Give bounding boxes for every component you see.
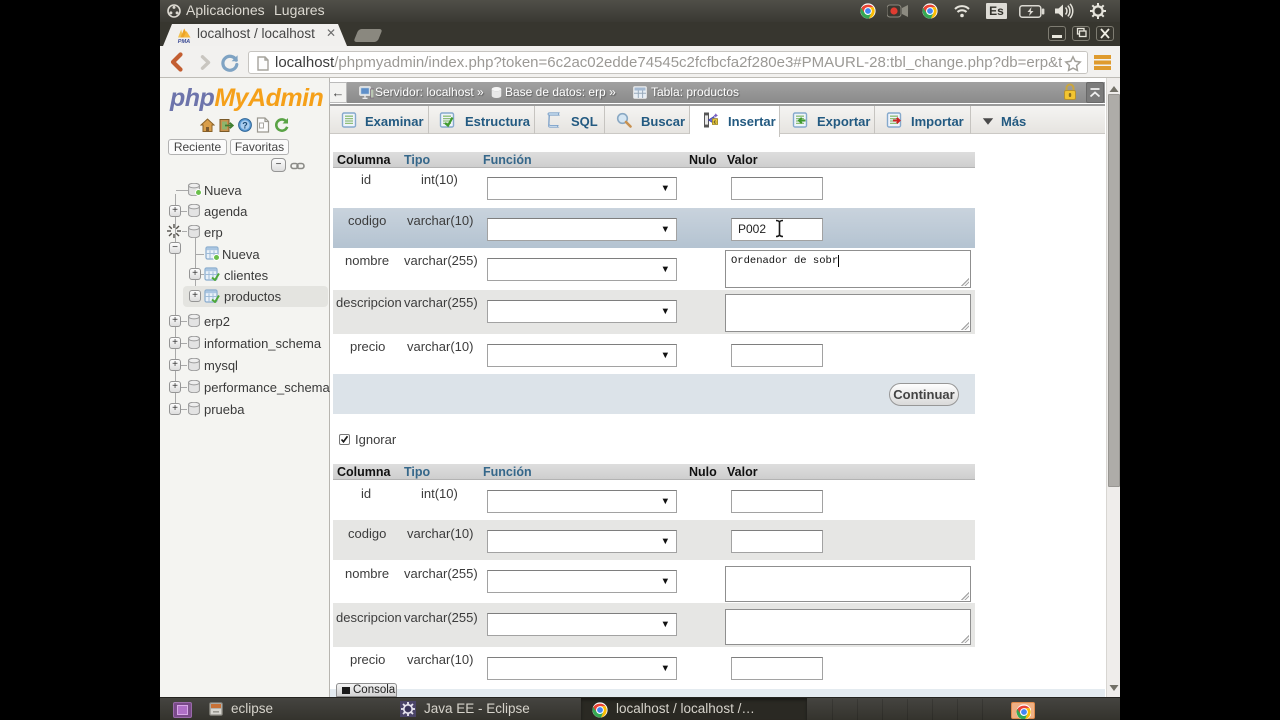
svg-text:?: ?: [242, 120, 248, 130]
svg-text:c: c: [713, 119, 716, 125]
svg-text:PMA: PMA: [178, 39, 190, 43]
